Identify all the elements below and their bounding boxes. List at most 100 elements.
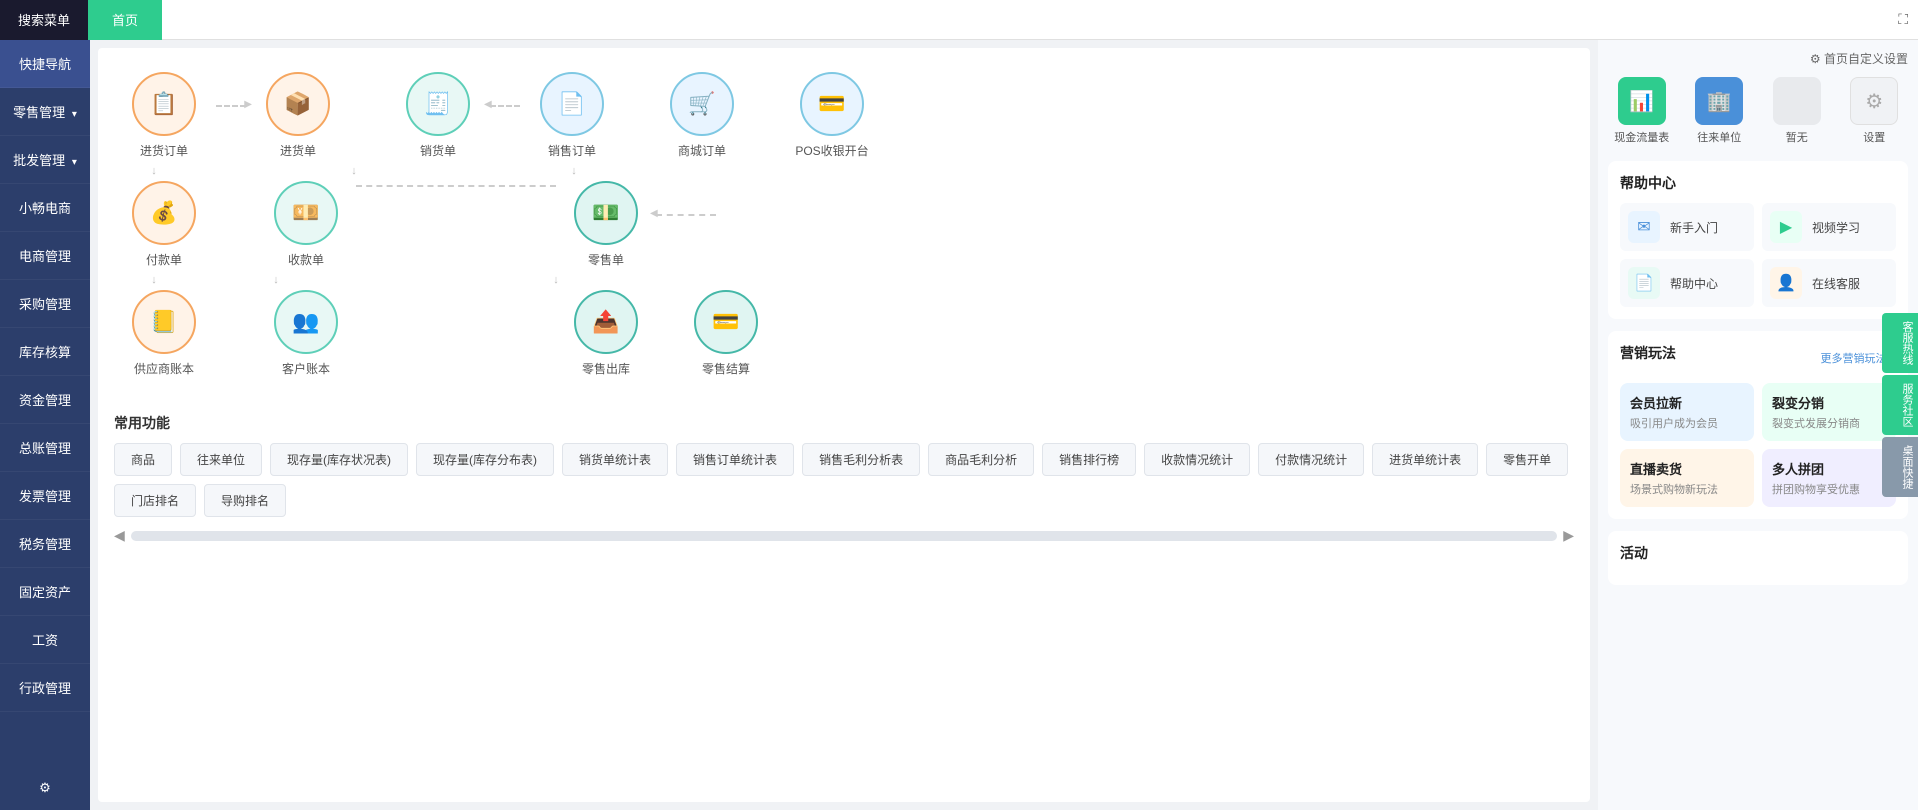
sidebar-item-2[interactable]: 批发管理 ▾ [0, 136, 90, 184]
func-btn-6[interactable]: 销售毛利分析表 [802, 443, 920, 476]
flow-circle: 💴 [274, 181, 338, 245]
quick-nav-icon [1773, 77, 1821, 125]
sidebar: 快捷导航零售管理 ▾批发管理 ▾小畅电商电商管理采购管理库存核算资金管理总账管理… [0, 40, 90, 810]
sidebar-gear[interactable]: ⚙ [0, 766, 90, 810]
sidebar-item-13[interactable]: 行政管理 [0, 664, 90, 712]
help-item-3[interactable]: 👤在线客服 [1762, 259, 1896, 307]
flow-circle: 💰 [132, 181, 196, 245]
marketing-card-2[interactable]: 直播卖货场景式购物新玩法 [1620, 449, 1754, 507]
func-btn-5[interactable]: 销售订单统计表 [676, 443, 794, 476]
chevron-down-icon: ▾ [69, 157, 77, 168]
flow-node-fukuan[interactable]: 💰 付款单 [124, 181, 204, 268]
sidebar-item-10[interactable]: 税务管理 [0, 520, 90, 568]
flow-node-xiaohuo[interactable]: 🧾 销货单 [398, 72, 478, 159]
flow-node-lingshou-settle[interactable]: 💳 零售结算 [686, 290, 766, 377]
func-btn-13[interactable]: 门店排名 [114, 484, 196, 517]
fullscreen-button[interactable]: ⛶ [1898, 11, 1908, 28]
quick-nav-label: 设置 [1863, 129, 1885, 145]
flow-node-pos[interactable]: 💳 POS收银开台 [792, 72, 872, 159]
help-center-title: 帮助中心 [1620, 173, 1896, 193]
scroll-left-btn[interactable]: ◀ [114, 527, 125, 544]
func-btn-1[interactable]: 往来单位 [180, 443, 262, 476]
flow-node-mall-order[interactable]: 🛒 商城订单 [662, 72, 742, 159]
flow-node-supplier-book[interactable]: 📒 供应商账本 [124, 290, 204, 377]
quick-nav-item-1[interactable]: 🏢往来单位 [1686, 77, 1754, 145]
help-icon: 📄 [1628, 267, 1660, 299]
home-tab[interactable]: 首页 [88, 0, 162, 40]
quick-nav-item-0[interactable]: 📊现金流量表 [1608, 77, 1676, 145]
func-btn-3[interactable]: 现存量(库存分布表) [416, 443, 554, 476]
float-btn-1[interactable]: 服务社区 [1882, 375, 1918, 435]
flow-node-jinhuo-order[interactable]: 📋 进货订单 [124, 72, 204, 159]
sidebar-item-1[interactable]: 零售管理 ▾ [0, 88, 90, 136]
help-item-2[interactable]: 📄 帮助中心 [1620, 259, 1754, 307]
sidebar-item-11[interactable]: 固定资产 [0, 568, 90, 616]
top-right-actions: ⛶ [1898, 11, 1918, 28]
chevron-down-icon: ▾ [69, 109, 77, 120]
marketing-card-3[interactable]: 多人拼团拼团购物享受优惠 [1762, 449, 1896, 507]
sidebar-item-12[interactable]: 工资 [0, 616, 90, 664]
quick-nav-item-3[interactable]: ⚙ 设置 [1841, 77, 1909, 145]
flow-node-shoukuan[interactable]: 💴 收款单 [266, 181, 346, 268]
func-btn-4[interactable]: 销货单统计表 [562, 443, 668, 476]
marketing-card-title: 多人拼团 [1772, 459, 1886, 478]
func-btn-12[interactable]: 零售开单 [1486, 443, 1568, 476]
func-grid: 商品往来单位现存量(库存状况表)现存量(库存分布表)销货单统计表销售订单统计表销… [114, 443, 1574, 517]
quick-nav-icon: 📊 [1618, 77, 1666, 125]
sidebar-item-9[interactable]: 发票管理 [0, 472, 90, 520]
scroll-row: ◀ ▶ [114, 527, 1574, 544]
flow-label: 收款单 [288, 251, 324, 268]
flow-circle: 📒 [132, 290, 196, 354]
quick-nav-item-2[interactable]: 暂无 [1763, 77, 1831, 145]
sidebar-item-6[interactable]: 库存核算 [0, 328, 90, 376]
func-btn-10[interactable]: 付款情况统计 [1258, 443, 1364, 476]
quick-nav-settings-link[interactable]: ⚙ 首页自定义设置 [1608, 50, 1908, 67]
marketing-grid: 会员拉新吸引用户成为会员裂变分销裂变式发展分销商直播卖货场景式购物新玩法多人拼团… [1620, 383, 1896, 507]
quick-nav-icon: ⚙ [1850, 77, 1898, 125]
flow-node-customer-book[interactable]: 👥 客户账本 [266, 290, 346, 377]
search-menu-button[interactable]: 搜索菜单 [0, 0, 88, 40]
sidebar-item-7[interactable]: 资金管理 [0, 376, 90, 424]
scroll-right-btn[interactable]: ▶ [1563, 527, 1574, 544]
sidebar-item-4[interactable]: 电商管理 [0, 232, 90, 280]
sidebar-item-8[interactable]: 总账管理 [0, 424, 90, 472]
flow-node-xiaoshou-order[interactable]: 📄 销售订单 [532, 72, 612, 159]
func-btn-9[interactable]: 收款情况统计 [1144, 443, 1250, 476]
scroll-bar-track[interactable] [131, 531, 1557, 541]
sidebar-item-5[interactable]: 采购管理 [0, 280, 90, 328]
func-btn-8[interactable]: 销售排行榜 [1042, 443, 1136, 476]
quick-nav-label: 暂无 [1786, 129, 1808, 145]
flow-node-jinhuo[interactable]: 📦 进货单 [258, 72, 338, 159]
help-center-section: 帮助中心 ✉新手入门▶视频学习 📄 帮助中心 👤在线客服 [1608, 161, 1908, 319]
func-btn-11[interactable]: 进货单统计表 [1372, 443, 1478, 476]
flow-circle: 👥 [274, 290, 338, 354]
func-btn-14[interactable]: 导购排名 [204, 484, 286, 517]
flow-node-lingshou-out[interactable]: 📤 零售出库 [566, 290, 646, 377]
marketing-header: 营销玩法 更多营销玩法 > [1620, 343, 1896, 373]
marketing-card-0[interactable]: 会员拉新吸引用户成为会员 [1620, 383, 1754, 441]
marketing-section: 营销玩法 更多营销玩法 > 会员拉新吸引用户成为会员裂变分销裂变式发展分销商直播… [1608, 331, 1908, 519]
flow-label: 销货单 [420, 142, 456, 159]
func-btn-2[interactable]: 现存量(库存状况表) [270, 443, 408, 476]
float-btn-2[interactable]: 桌面快捷 [1882, 437, 1918, 497]
flow-label: 进货单 [280, 142, 316, 159]
top-bar: 搜索菜单 首页 ⛶ [0, 0, 1918, 40]
marketing-card-sub: 拼团购物享受优惠 [1772, 481, 1886, 497]
sidebar-item-0[interactable]: 快捷导航 [0, 40, 90, 88]
marketing-card-sub: 裂变式发展分销商 [1772, 415, 1886, 431]
activity-section: 活动 [1608, 531, 1908, 585]
help-item-0[interactable]: ✉新手入门 [1620, 203, 1754, 251]
flow-label: 零售出库 [582, 360, 630, 377]
right-panel: ⚙ 首页自定义设置 📊现金流量表🏢往来单位暂无 ⚙ 设置 帮助中心 ✉新手入门▶视频… [1598, 40, 1918, 810]
help-label: 帮助中心 [1670, 275, 1718, 292]
flow-label: 商城订单 [678, 142, 726, 159]
sidebar-item-3[interactable]: 小畅电商 [0, 184, 90, 232]
flow-label: 客户账本 [282, 360, 330, 377]
func-btn-7[interactable]: 商品毛利分析 [928, 443, 1034, 476]
marketing-card-1[interactable]: 裂变分销裂变式发展分销商 [1762, 383, 1896, 441]
flow-node-lingshou[interactable]: 💵 零售单 [566, 181, 646, 268]
marketing-card-sub: 场景式购物新玩法 [1630, 481, 1744, 497]
float-btn-0[interactable]: 客服热线 [1882, 313, 1918, 373]
help-item-1[interactable]: ▶视频学习 [1762, 203, 1896, 251]
func-btn-0[interactable]: 商品 [114, 443, 172, 476]
